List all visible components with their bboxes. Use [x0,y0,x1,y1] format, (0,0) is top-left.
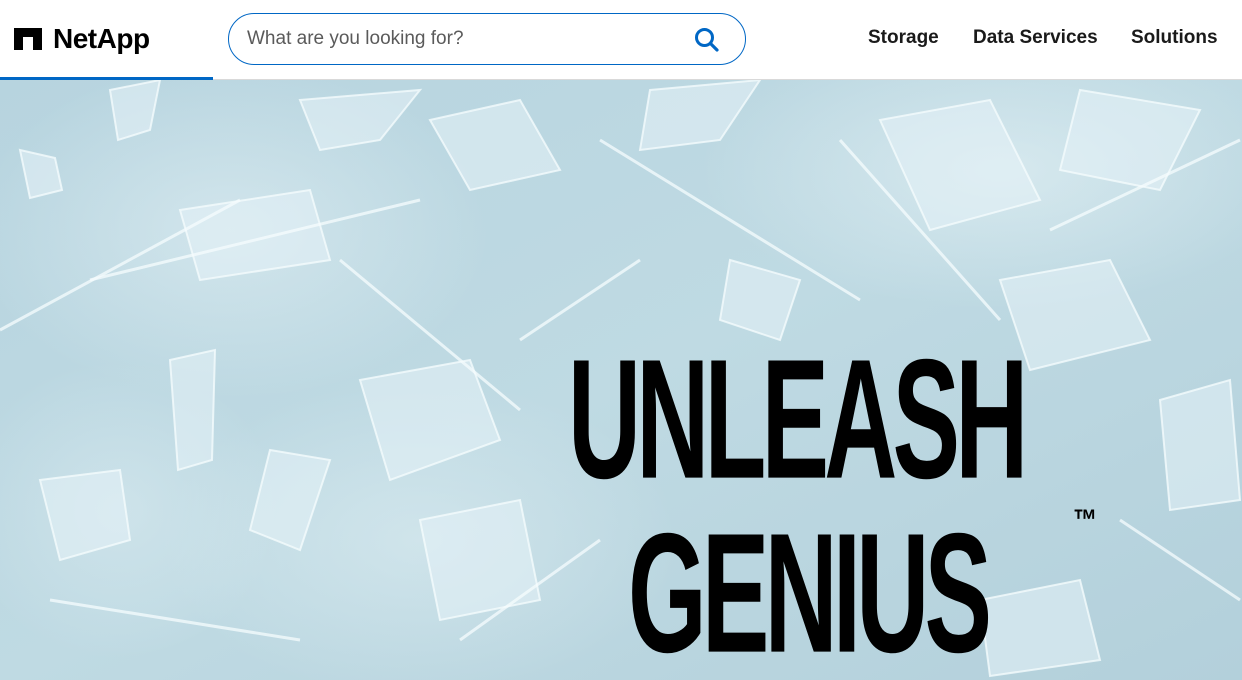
search-icon [695,28,719,52]
nav-data-services[interactable]: Data Services [973,24,1098,52]
logo-wordmark: NetApp [53,23,150,54]
headline-line-2: GENIUS [628,498,992,680]
search-input[interactable] [247,14,667,64]
trademark-symbol: ™ [1073,504,1097,537]
hero-banner: UNLEASH GENIUS ™ [0,80,1242,680]
nav-storage[interactable]: Storage [868,24,939,52]
netapp-logo-icon [14,28,42,50]
netapp-logo[interactable]: NetApp [14,22,150,56]
site-header: NetApp Storage Data Services Solutions [0,0,1242,80]
search-box [228,13,746,65]
search-button[interactable] [693,26,721,54]
nav-solutions[interactable]: Solutions [1131,24,1218,52]
